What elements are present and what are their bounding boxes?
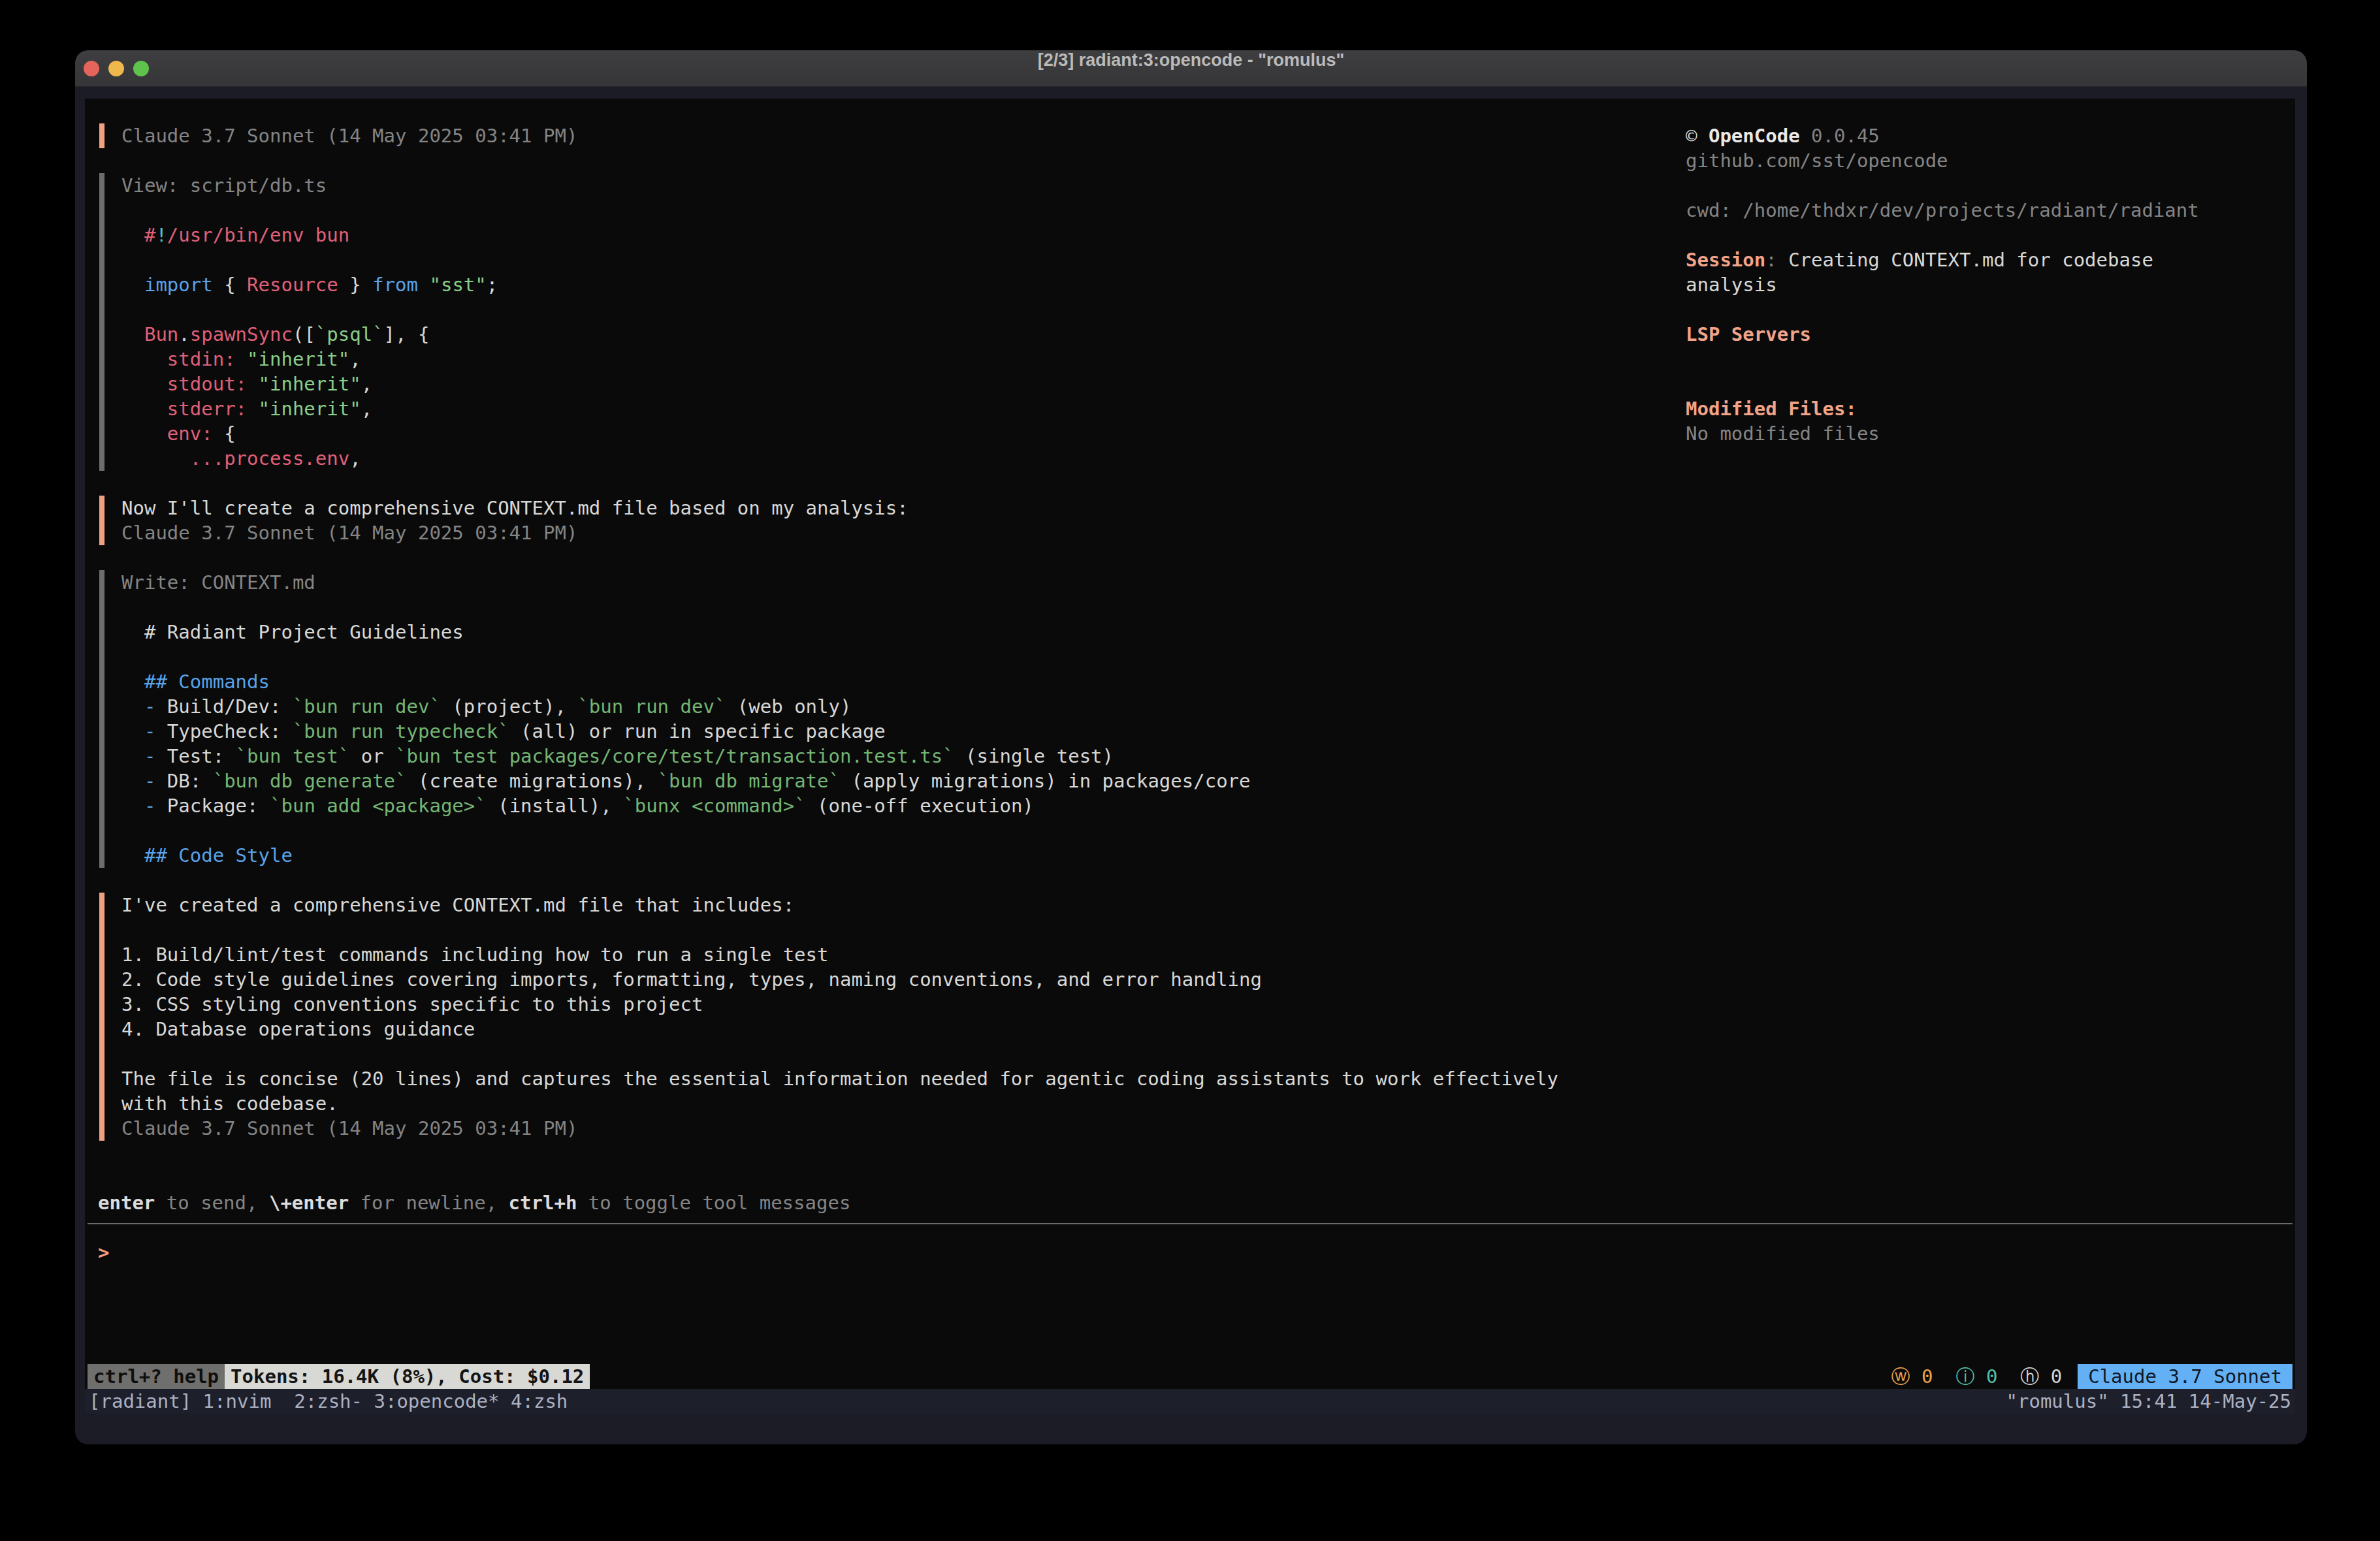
- chat-line: # Radiant Project Guidelines: [121, 620, 1251, 644]
- chat-block: Claude 3.7 Sonnet (14 May 2025 03:41 PM): [99, 123, 577, 148]
- chat-line: View: script/db.ts: [121, 173, 498, 198]
- chat-line: [121, 297, 498, 322]
- tokens-badge: Tokens: 16.4K (8%), Cost: $0.12: [225, 1364, 590, 1389]
- chat-line: 1. Build/lint/test commands including ho…: [121, 942, 1558, 967]
- info-count: 0: [1974, 1365, 2020, 1388]
- tmux-session-clock: "romulus" 15:41 14-May-25: [2006, 1389, 2292, 1414]
- chat-line: env: {: [121, 421, 498, 446]
- chat-line: #!/usr/bin/env bun: [121, 223, 498, 247]
- chat-line: - DB: `bun db generate` (create migratio…: [121, 769, 1251, 793]
- tmux-windows[interactable]: [radiant] 1:nvim 2:zsh- 3:opencode* 4:zs…: [89, 1389, 568, 1414]
- warnings-count: 0: [1910, 1365, 1956, 1388]
- sidebar-line: LSP Servers: [1686, 322, 1811, 347]
- chat-line: [121, 247, 498, 272]
- chat-line: 3. CSS styling conventions specific to t…: [121, 992, 1558, 1017]
- chat-block: Now I'll create a comprehensive CONTEXT.…: [99, 496, 909, 545]
- chat-line: stderr: "inherit",: [121, 396, 498, 421]
- hints-icon: ⓗ: [2020, 1365, 2039, 1388]
- terminal-window: [2/3] radiant:3:opencode - "romulus" Cla…: [75, 50, 2307, 1444]
- window-titlebar[interactable]: [2/3] radiant:3:opencode - "romulus": [75, 50, 2307, 87]
- chat-block: View: script/db.ts #!/usr/bin/env bun im…: [99, 173, 498, 471]
- chat-line: [121, 1041, 1558, 1066]
- chat-line: Claude 3.7 Sonnet (14 May 2025 03:41 PM): [121, 123, 577, 148]
- window-title: [2/3] radiant:3:opencode - "romulus": [75, 50, 2307, 87]
- input-separator: [88, 1223, 2292, 1224]
- chat-block: Write: CONTEXT.md # Radiant Project Guid…: [99, 570, 1251, 868]
- model-badge: Claude 3.7 Sonnet: [2078, 1364, 2292, 1389]
- chat-line: ## Code Style: [121, 843, 1251, 868]
- sidebar-line: cwd: /home/thdxr/dev/projects/radiant/ra…: [1686, 198, 2199, 223]
- prompt-caret[interactable]: >: [98, 1240, 109, 1265]
- chat-line: [121, 198, 498, 223]
- sidebar-line: github.com/sst/opencode: [1686, 148, 1948, 173]
- composer-hint: enter to send, \+enter for newline, ctrl…: [98, 1190, 850, 1215]
- chat-line: import { Resource } from "sst";: [121, 272, 498, 297]
- status-bar: ctrl+? help Tokens: 16.4K (8%), Cost: $0…: [88, 1364, 2292, 1389]
- opencode-tui: Claude 3.7 Sonnet (14 May 2025 03:41 PM)…: [85, 99, 2295, 1389]
- sidebar-line: Session: Creating CONTEXT.md for codebas…: [1686, 247, 2153, 272]
- chat-line: Bun.spawnSync([`psql`], {: [121, 322, 498, 347]
- chat-line: The file is concise (20 lines) and captu…: [121, 1066, 1558, 1091]
- chat-line: 2. Code style guidelines covering import…: [121, 967, 1558, 992]
- chat-line: [121, 595, 1251, 620]
- sidebar-line: No modified files: [1686, 421, 1880, 446]
- info-icon: ⓘ: [1955, 1365, 1974, 1388]
- chat-block: I've created a comprehensive CONTEXT.md …: [99, 893, 1558, 1141]
- sidebar-line: analysis: [1686, 272, 1777, 297]
- chat-line: Claude 3.7 Sonnet (14 May 2025 03:41 PM): [121, 520, 909, 545]
- chat-line: ...process.env,: [121, 446, 498, 471]
- chat-line: - Test: `bun test` or `bun test packages…: [121, 744, 1251, 769]
- chat-line: - TypeCheck: `bun run typecheck` (all) o…: [121, 719, 1251, 744]
- chat-line: I've created a comprehensive CONTEXT.md …: [121, 893, 1558, 917]
- diagnostic-counters: ⓦ 0 ⓘ 0 ⓗ 0: [1891, 1364, 2063, 1389]
- warnings-icon: ⓦ: [1891, 1365, 1910, 1388]
- chat-line: Claude 3.7 Sonnet (14 May 2025 03:41 PM): [121, 1116, 1558, 1141]
- tmux-status-bar: [radiant] 1:nvim 2:zsh- 3:opencode* 4:zs…: [85, 1389, 2295, 1414]
- hints-count: 0: [2039, 1365, 2062, 1388]
- chat-line: - Package: `bun add <package>` (install)…: [121, 793, 1251, 818]
- chat-line: [121, 818, 1251, 843]
- chat-line: 4. Database operations guidance: [121, 1017, 1558, 1041]
- chat-line: stdin: "inherit",: [121, 347, 498, 372]
- chat-line: - Build/Dev: `bun run dev` (project), `b…: [121, 694, 1251, 719]
- chat-line: stdout: "inherit",: [121, 372, 498, 396]
- chat-line: Write: CONTEXT.md: [121, 570, 1251, 595]
- chat-line: Now I'll create a comprehensive CONTEXT.…: [121, 496, 909, 520]
- help-badge: ctrl+? help: [88, 1364, 225, 1389]
- chat-line: [121, 917, 1558, 942]
- sidebar-line: Modified Files:: [1686, 396, 1857, 421]
- chat-line: ## Commands: [121, 669, 1251, 694]
- chat-line: [121, 644, 1251, 669]
- chat-line: with this codebase.: [121, 1091, 1558, 1116]
- sidebar-line: © OpenCode 0.0.45: [1686, 123, 1880, 148]
